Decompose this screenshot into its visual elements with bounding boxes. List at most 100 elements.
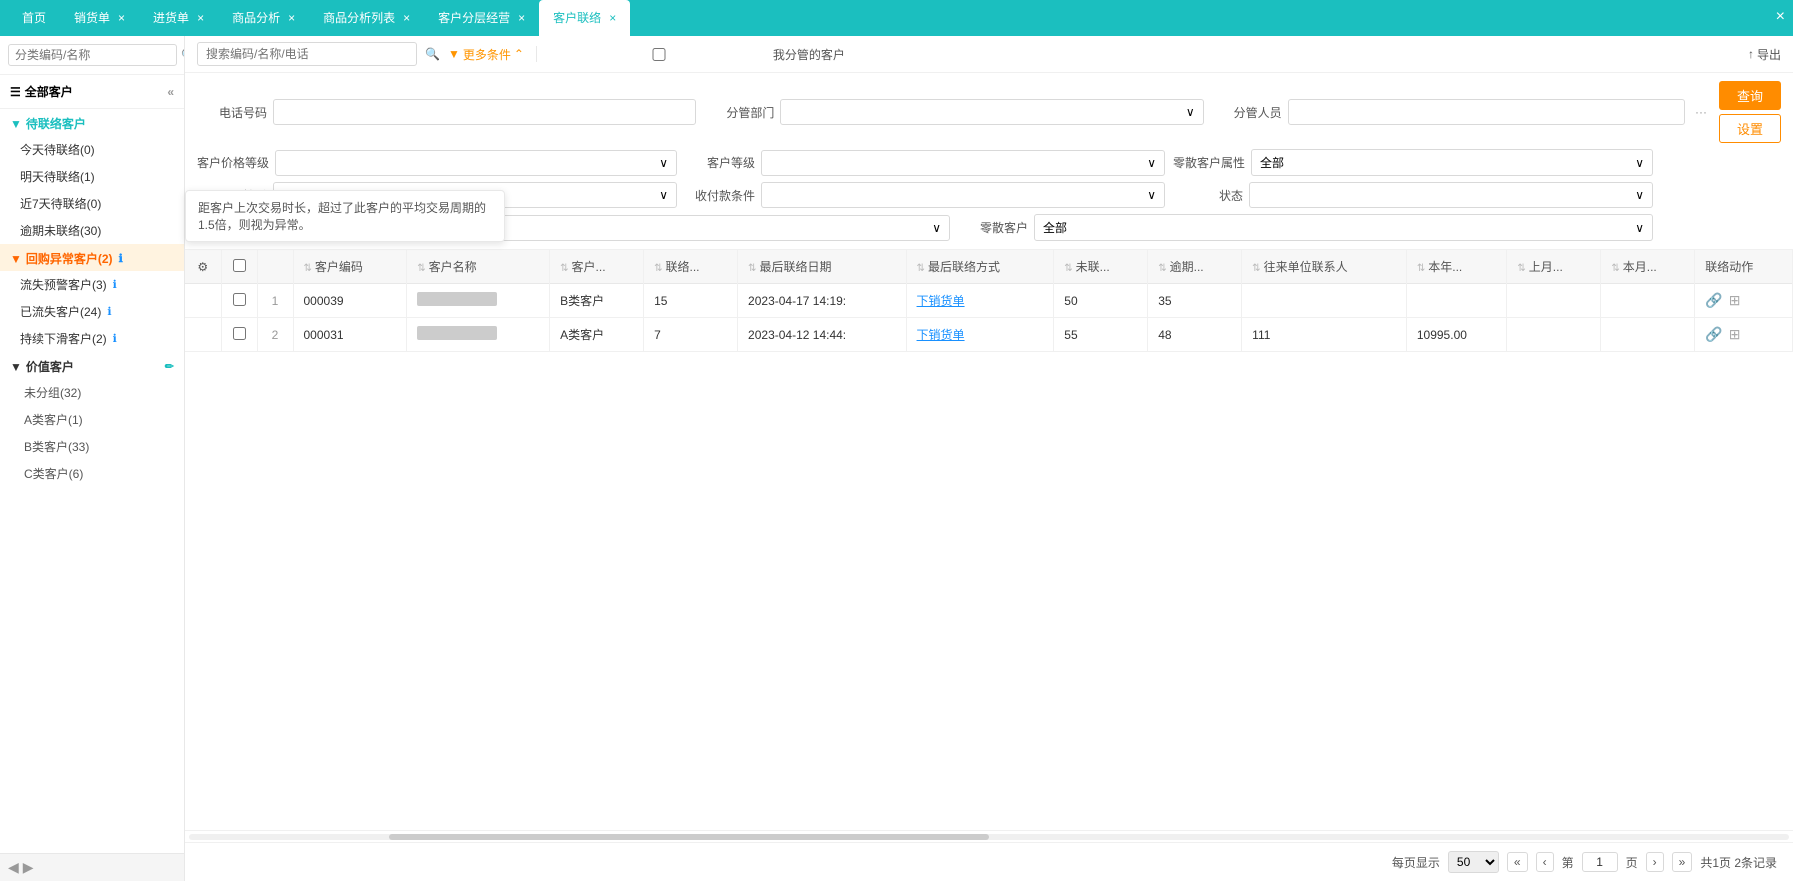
sidebar-item-7days[interactable]: 近7天待联络(0) — [0, 190, 184, 217]
row1-contact-link[interactable]: 下销货单 — [917, 294, 965, 308]
nav-home[interactable]: 首页 — [8, 0, 60, 36]
close-customer-tier[interactable]: × — [518, 0, 525, 36]
sidebar-item-lost[interactable]: 已流失客户(24) ℹ — [0, 298, 184, 325]
row2-last-contact-date: 2023-04-12 14:44: — [738, 318, 907, 352]
sidebar-item-today-label: 今天待联络(0) — [20, 141, 95, 158]
page-size-select[interactable]: 50 10 20 100 — [1448, 851, 1499, 873]
sidebar-item-ungroup[interactable]: 未分组(32) — [0, 379, 184, 406]
manager-select[interactable] — [1288, 99, 1685, 125]
scroll-thumb[interactable] — [389, 834, 989, 840]
close-sales-order[interactable]: × — [118, 0, 125, 36]
th-category[interactable]: 客户... — [550, 250, 644, 284]
price-level-label: 客户价格等级 — [197, 154, 269, 171]
retail-customer-select[interactable]: 全部 ∨ — [1034, 214, 1653, 241]
sidebar-item-classA[interactable]: A类客户(1) — [0, 406, 184, 433]
info-icon-repurchase[interactable]: ℹ — [119, 252, 123, 265]
row1-idx: 1 — [257, 284, 293, 318]
row2-contact-link[interactable]: 下销货单 — [917, 328, 965, 342]
horizontal-scrollbar[interactable] — [185, 830, 1793, 842]
close-customer-contact[interactable]: × — [609, 0, 616, 36]
window-close-btn[interactable]: × — [1776, 8, 1785, 26]
sidebar-collapse-btn[interactable]: « — [167, 85, 174, 99]
more-conditions-btn[interactable]: ▼ 更多条件 ⌃ — [448, 46, 524, 63]
status-select[interactable]: ∨ — [1249, 182, 1653, 208]
nav-customer-tier[interactable]: 客户分层经营 × — [424, 0, 539, 36]
first-page-btn[interactable]: « — [1507, 852, 1528, 872]
select-all-checkbox[interactable] — [233, 259, 246, 272]
row2-related-person: 111 — [1242, 318, 1407, 352]
sidebar-item-lostwarning[interactable]: 流失预警客户(3) ℹ — [0, 271, 184, 298]
sidebar-item-declining[interactable]: 持续下滑客户(2) ℹ — [0, 325, 184, 352]
payment-select[interactable]: ∨ — [761, 182, 1165, 208]
price-level-select[interactable]: ∨ — [275, 150, 677, 176]
customer-level-select[interactable]: ∨ — [761, 150, 1165, 176]
nav-purchase-order[interactable]: 进货单 × — [139, 0, 218, 36]
sidebar-item-tomorrow[interactable]: 明天待联络(1) — [0, 163, 184, 190]
th-overdue[interactable]: 逾期... — [1148, 250, 1242, 284]
sidebar-item-today[interactable]: 今天待联络(0) — [0, 136, 184, 163]
dept-select[interactable]: ∨ — [780, 99, 1203, 125]
row1-checkbox[interactable] — [233, 293, 246, 306]
nav-sales-order[interactable]: 销货单 × — [60, 0, 139, 36]
search-input[interactable] — [197, 42, 417, 66]
row1-last-contact-method[interactable]: 下销货单 — [906, 284, 1054, 318]
row2-check[interactable] — [221, 318, 257, 352]
th-last-contact-method[interactable]: 最后联络方式 — [906, 250, 1054, 284]
info-icon-declining[interactable]: ℹ — [113, 332, 117, 345]
th-last-contact-date[interactable]: 最后联络日期 — [738, 250, 907, 284]
set-btn[interactable]: 设置 — [1719, 114, 1781, 143]
payment-label: 收付款条件 — [685, 187, 755, 204]
th-code[interactable]: 客户编码 — [293, 250, 407, 284]
row2-link-icon[interactable]: 🔗 — [1705, 326, 1722, 343]
dept-chevron: ∨ — [1186, 105, 1195, 119]
sidebar-item-overdue[interactable]: 逾期未联络(30) — [0, 217, 184, 244]
th-related-person[interactable]: 往来单位联系人 — [1242, 250, 1407, 284]
row1-grid-icon[interactable]: ⊞ — [1729, 292, 1741, 309]
th-last-month[interactable]: 上月... — [1507, 250, 1601, 284]
next-page-btn[interactable]: › — [1646, 852, 1664, 872]
nav-product-analysis[interactable]: 商品分析 × — [218, 0, 309, 36]
sidebar-next-arrow[interactable]: ▶ — [23, 859, 34, 876]
last-page-btn[interactable]: » — [1672, 852, 1693, 872]
export-btn[interactable]: ↑ 导出 — [1748, 46, 1781, 63]
sidebar-section-waiting[interactable]: ▼ 待联络客户 — [0, 109, 184, 136]
th-uncontacted[interactable]: 未联... — [1054, 250, 1148, 284]
sidebar-prev-arrow[interactable]: ◀ — [8, 859, 19, 876]
my-customer-checkbox[interactable]: 我分管的客户 — [549, 46, 845, 63]
th-gear[interactable]: ⚙ — [185, 250, 221, 284]
query-btn[interactable]: 查询 — [1719, 81, 1781, 110]
th-this-year[interactable]: 本年... — [1406, 250, 1507, 284]
main-layout: 🔍 ☰ 全部客户 « ▼ 待联络客户 今天待联络(0) 明天待联络(1) 近7天… — [0, 36, 1793, 881]
sidebar-item-classB[interactable]: B类客户(33) — [0, 433, 184, 460]
sidebar-section-value[interactable]: ▼ 价值客户 ✏ — [0, 352, 184, 379]
status-label: 状态 — [1173, 187, 1243, 204]
info-icon-lostwarning[interactable]: ℹ — [113, 278, 117, 291]
sidebar-search-input[interactable] — [8, 44, 177, 66]
current-page-input[interactable] — [1582, 852, 1618, 872]
manager-dots[interactable]: ··· — [1691, 105, 1711, 119]
phone-input[interactable] — [273, 99, 696, 125]
nav-product-analysis-list[interactable]: 商品分析列表 × — [309, 0, 424, 36]
close-product-analysis[interactable]: × — [288, 0, 295, 36]
nav-customer-contact[interactable]: 客户联络 × — [539, 0, 630, 36]
prev-page-btn[interactable]: ‹ — [1536, 852, 1554, 872]
sidebar-section-repurchase-label: 回购异常客户(2) — [26, 250, 113, 267]
close-purchase-order[interactable]: × — [197, 0, 204, 36]
search-icon[interactable]: 🔍 — [425, 47, 440, 61]
row2-last-contact-method[interactable]: 下销货单 — [906, 318, 1054, 352]
edit-icon-value[interactable]: ✏ — [165, 360, 174, 373]
row1-check[interactable] — [221, 284, 257, 318]
th-this-month[interactable]: 本月... — [1601, 250, 1695, 284]
th-name[interactable]: 客户名称 — [407, 250, 550, 284]
my-customer-check[interactable] — [549, 48, 769, 61]
row2-grid-icon[interactable]: ⊞ — [1729, 326, 1741, 343]
close-product-list[interactable]: × — [403, 0, 410, 36]
row1-link-icon[interactable]: 🔗 — [1705, 292, 1722, 309]
info-icon-lost[interactable]: ℹ — [107, 305, 111, 318]
sidebar-section-repurchase[interactable]: ▼ 回购异常客户(2) ℹ — [0, 244, 184, 271]
row2-checkbox[interactable] — [233, 327, 246, 340]
retail-attr-select[interactable]: 全部 ∨ — [1251, 149, 1653, 176]
th-contact[interactable]: 联络... — [644, 250, 738, 284]
sidebar-item-overdue-label: 逾期未联络(30) — [20, 222, 101, 239]
sidebar-item-classC[interactable]: C类客户(6) — [0, 460, 184, 487]
